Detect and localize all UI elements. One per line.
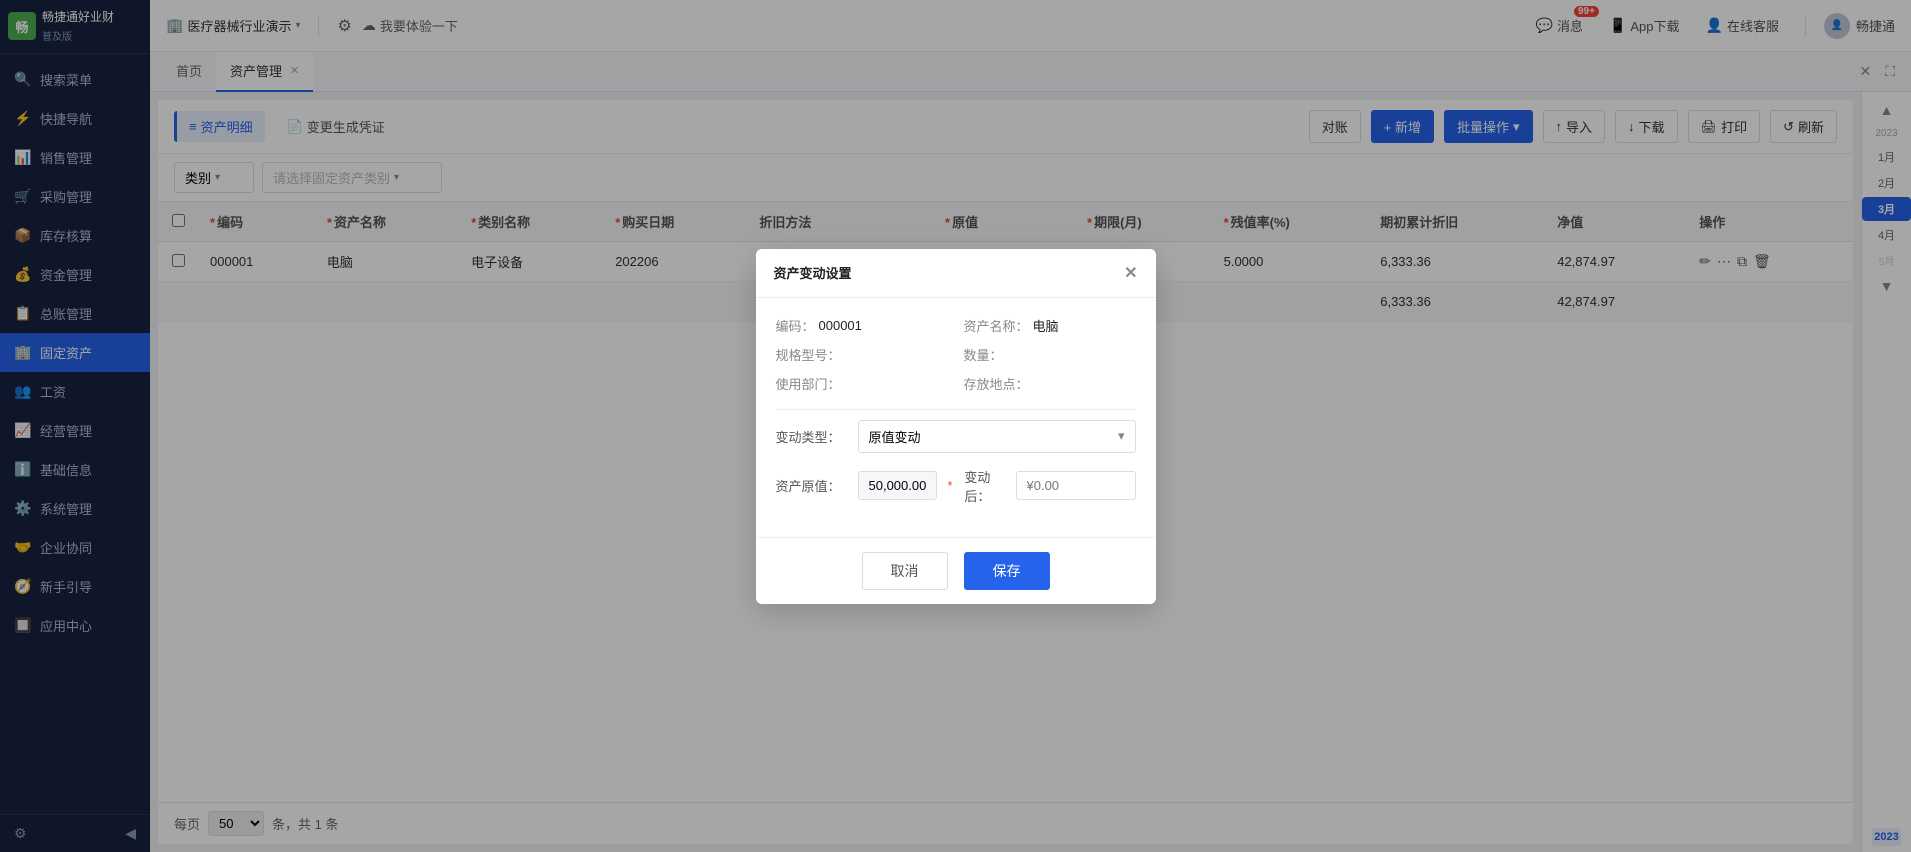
modal-quantity-label: 数量：	[964, 345, 1003, 364]
modal-location-label: 存放地点：	[964, 374, 1029, 393]
modal-cancel-button[interactable]: 取消	[862, 552, 948, 590]
modal-spec-label: 规格型号：	[776, 345, 841, 364]
modal-body: 编码： 000001 资产名称： 电脑 规格型号： 数量： 使用部门：	[756, 298, 1156, 537]
modal-header: 资产变动设置 ✕	[756, 249, 1156, 298]
modal-change-type-label: 变动类型：	[776, 427, 848, 446]
modal-asset-name-item: 资产名称： 电脑	[964, 316, 1136, 335]
modal-department-label: 使用部门：	[776, 374, 841, 393]
modal-spec-item: 规格型号：	[776, 345, 948, 364]
modal-asset-name-value: 电脑	[1033, 316, 1059, 335]
modal-info-grid: 编码： 000001 资产名称： 电脑 规格型号： 数量： 使用部门：	[776, 316, 1136, 393]
modal-change-type-value: 原值变动	[869, 427, 921, 446]
modal-change-type-row: 变动类型： 原值变动 ▾	[776, 420, 1136, 453]
modal-original-value-row: 资产原值： 50,000.00 * 变动后：	[776, 467, 1136, 505]
modal-original-value-text: 50,000.00	[869, 478, 927, 493]
modal-change-type-select[interactable]: 原值变动 ▾	[858, 420, 1136, 453]
modal-divider	[776, 409, 1136, 410]
modal-close-button[interactable]: ✕	[1124, 263, 1137, 283]
modal-code-label: 编码：	[776, 316, 815, 335]
modal-code-value: 000001	[819, 318, 862, 333]
modal-required-mark: *	[947, 478, 952, 493]
modal-code-item: 编码： 000001	[776, 316, 948, 335]
modal-save-button[interactable]: 保存	[964, 552, 1050, 590]
modal-overlay: 资产变动设置 ✕ 编码： 000001 资产名称： 电脑 规格型号： 数量：	[0, 0, 1911, 852]
modal-department-item: 使用部门：	[776, 374, 948, 393]
modal-original-value-display: 50,000.00	[858, 471, 938, 500]
modal-original-value-label: 资产原值：	[776, 476, 848, 495]
modal-location-item: 存放地点：	[964, 374, 1136, 393]
modal-after-change-label: 变动后：	[964, 467, 1001, 505]
modal-asset-name-label: 资产名称：	[964, 316, 1029, 335]
asset-change-modal: 资产变动设置 ✕ 编码： 000001 资产名称： 电脑 规格型号： 数量：	[756, 249, 1156, 604]
modal-quantity-item: 数量：	[964, 345, 1136, 364]
modal-change-type-arrow: ▾	[1118, 428, 1125, 444]
modal-after-change-input[interactable]	[1016, 471, 1136, 500]
modal-footer: 取消 保存	[756, 537, 1156, 604]
modal-title: 资产变动设置	[774, 263, 852, 282]
